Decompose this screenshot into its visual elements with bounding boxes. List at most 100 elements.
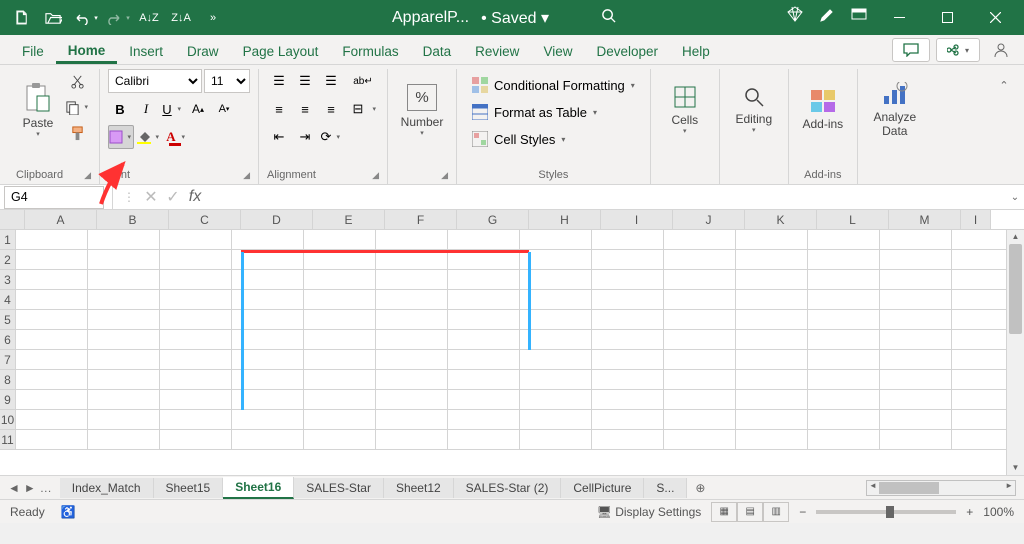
enter-formula-icon[interactable]: ✓	[163, 187, 183, 207]
cell[interactable]	[808, 330, 880, 350]
cell[interactable]	[808, 390, 880, 410]
decrease-font-icon[interactable]: A▾	[212, 97, 236, 121]
cell[interactable]	[160, 330, 232, 350]
cell[interactable]	[592, 410, 664, 430]
zoom-level[interactable]: 100%	[983, 505, 1014, 519]
cell[interactable]	[520, 370, 592, 390]
scroll-right-icon[interactable]: ►	[1005, 481, 1013, 490]
font-launcher-icon[interactable]: ◢	[243, 170, 250, 181]
cell[interactable]	[232, 410, 304, 430]
cell[interactable]	[736, 330, 808, 350]
cell[interactable]	[160, 350, 232, 370]
cell[interactable]	[664, 390, 736, 410]
display-settings-button[interactable]: 🖥 Display Settings	[597, 505, 702, 519]
cell[interactable]	[664, 370, 736, 390]
cancel-formula-icon[interactable]: ✕	[141, 187, 161, 207]
row-header[interactable]: 11	[0, 430, 16, 450]
alignment-launcher-icon[interactable]: ◢	[372, 170, 379, 181]
cell[interactable]	[736, 290, 808, 310]
cell[interactable]	[16, 370, 88, 390]
cell[interactable]	[88, 290, 160, 310]
row-header[interactable]: 4	[0, 290, 16, 310]
cells-button[interactable]: Cells▾	[659, 69, 711, 151]
sheet-tab[interactable]: Index_Match	[60, 478, 154, 498]
cell[interactable]	[880, 410, 952, 430]
cell[interactable]	[88, 310, 160, 330]
cell[interactable]	[376, 430, 448, 450]
tab-page-layout[interactable]: Page Layout	[231, 38, 331, 64]
cell[interactable]	[592, 310, 664, 330]
save-state[interactable]: • Saved ▾	[481, 8, 549, 28]
copy-icon[interactable]	[64, 95, 91, 119]
share-button[interactable]: ▾	[936, 38, 980, 62]
sheet-nav-prev-icon[interactable]: ◄	[8, 481, 20, 495]
cell[interactable]	[160, 410, 232, 430]
cell[interactable]	[520, 330, 592, 350]
cell[interactable]	[592, 390, 664, 410]
cell[interactable]	[304, 370, 376, 390]
scroll-left-icon[interactable]: ◄	[869, 481, 877, 490]
format-painter-icon[interactable]	[64, 121, 91, 145]
col-header[interactable]: I	[961, 210, 991, 229]
tab-insert[interactable]: Insert	[117, 38, 175, 64]
col-header[interactable]: C	[169, 210, 241, 229]
tab-home[interactable]: Home	[56, 37, 118, 64]
cell[interactable]	[304, 410, 376, 430]
cell[interactable]	[808, 230, 880, 250]
cell[interactable]	[304, 290, 376, 310]
cell[interactable]	[88, 230, 160, 250]
cell[interactable]	[304, 390, 376, 410]
expand-formula-icon[interactable]: ⌄	[1006, 192, 1024, 203]
cell[interactable]	[808, 410, 880, 430]
sheet-tab[interactable]: Sheet15	[154, 478, 224, 498]
cell[interactable]	[664, 410, 736, 430]
ribbon-display-icon[interactable]	[844, 0, 874, 28]
cell[interactable]	[304, 230, 376, 250]
qat-more-icon[interactable]: »	[198, 4, 228, 32]
cell[interactable]	[736, 310, 808, 330]
cell[interactable]	[520, 230, 592, 250]
cell[interactable]	[520, 310, 592, 330]
cell[interactable]	[88, 350, 160, 370]
accessibility-icon[interactable]: ♿	[61, 505, 76, 519]
increase-indent-icon[interactable]: ⇥	[293, 125, 317, 149]
cell[interactable]	[304, 430, 376, 450]
cell[interactable]	[88, 250, 160, 270]
cell[interactable]	[232, 230, 304, 250]
cell[interactable]	[16, 410, 88, 430]
orientation-icon[interactable]: ⟳	[319, 125, 343, 149]
cell[interactable]	[304, 350, 376, 370]
cell[interactable]	[232, 350, 304, 370]
horizontal-scrollbar[interactable]: ◄ ►	[866, 480, 1016, 496]
cell[interactable]	[304, 270, 376, 290]
row-header[interactable]: 6	[0, 330, 16, 350]
vertical-scrollbar[interactable]: ▲ ▼	[1006, 230, 1024, 475]
open-file-icon[interactable]	[38, 4, 68, 32]
cell[interactable]	[736, 410, 808, 430]
cell[interactable]	[880, 330, 952, 350]
cell[interactable]	[16, 330, 88, 350]
row-header[interactable]: 1	[0, 230, 16, 250]
tab-draw[interactable]: Draw	[175, 38, 231, 64]
tab-help[interactable]: Help	[670, 38, 722, 64]
cell[interactable]	[664, 310, 736, 330]
diamond-icon[interactable]	[780, 0, 810, 28]
col-header[interactable]: G	[457, 210, 529, 229]
maximize-button[interactable]	[924, 0, 970, 35]
cell[interactable]	[448, 250, 520, 270]
cell[interactable]	[520, 410, 592, 430]
cell[interactable]	[880, 270, 952, 290]
cell[interactable]	[88, 330, 160, 350]
zoom-out-icon[interactable]: −	[799, 505, 806, 519]
collapse-ribbon-icon[interactable]: ⌃	[992, 73, 1016, 97]
cell[interactable]	[592, 330, 664, 350]
tab-data[interactable]: Data	[411, 38, 464, 64]
coming-soon-icon[interactable]	[812, 0, 842, 28]
cell[interactable]	[88, 390, 160, 410]
addins-button[interactable]: Add-ins	[797, 69, 849, 151]
font-name-select[interactable]: Calibri	[108, 69, 202, 93]
redo-icon[interactable]: ▾	[102, 4, 132, 32]
row-header[interactable]: 3	[0, 270, 16, 290]
cell[interactable]	[448, 310, 520, 330]
cell[interactable]	[520, 390, 592, 410]
